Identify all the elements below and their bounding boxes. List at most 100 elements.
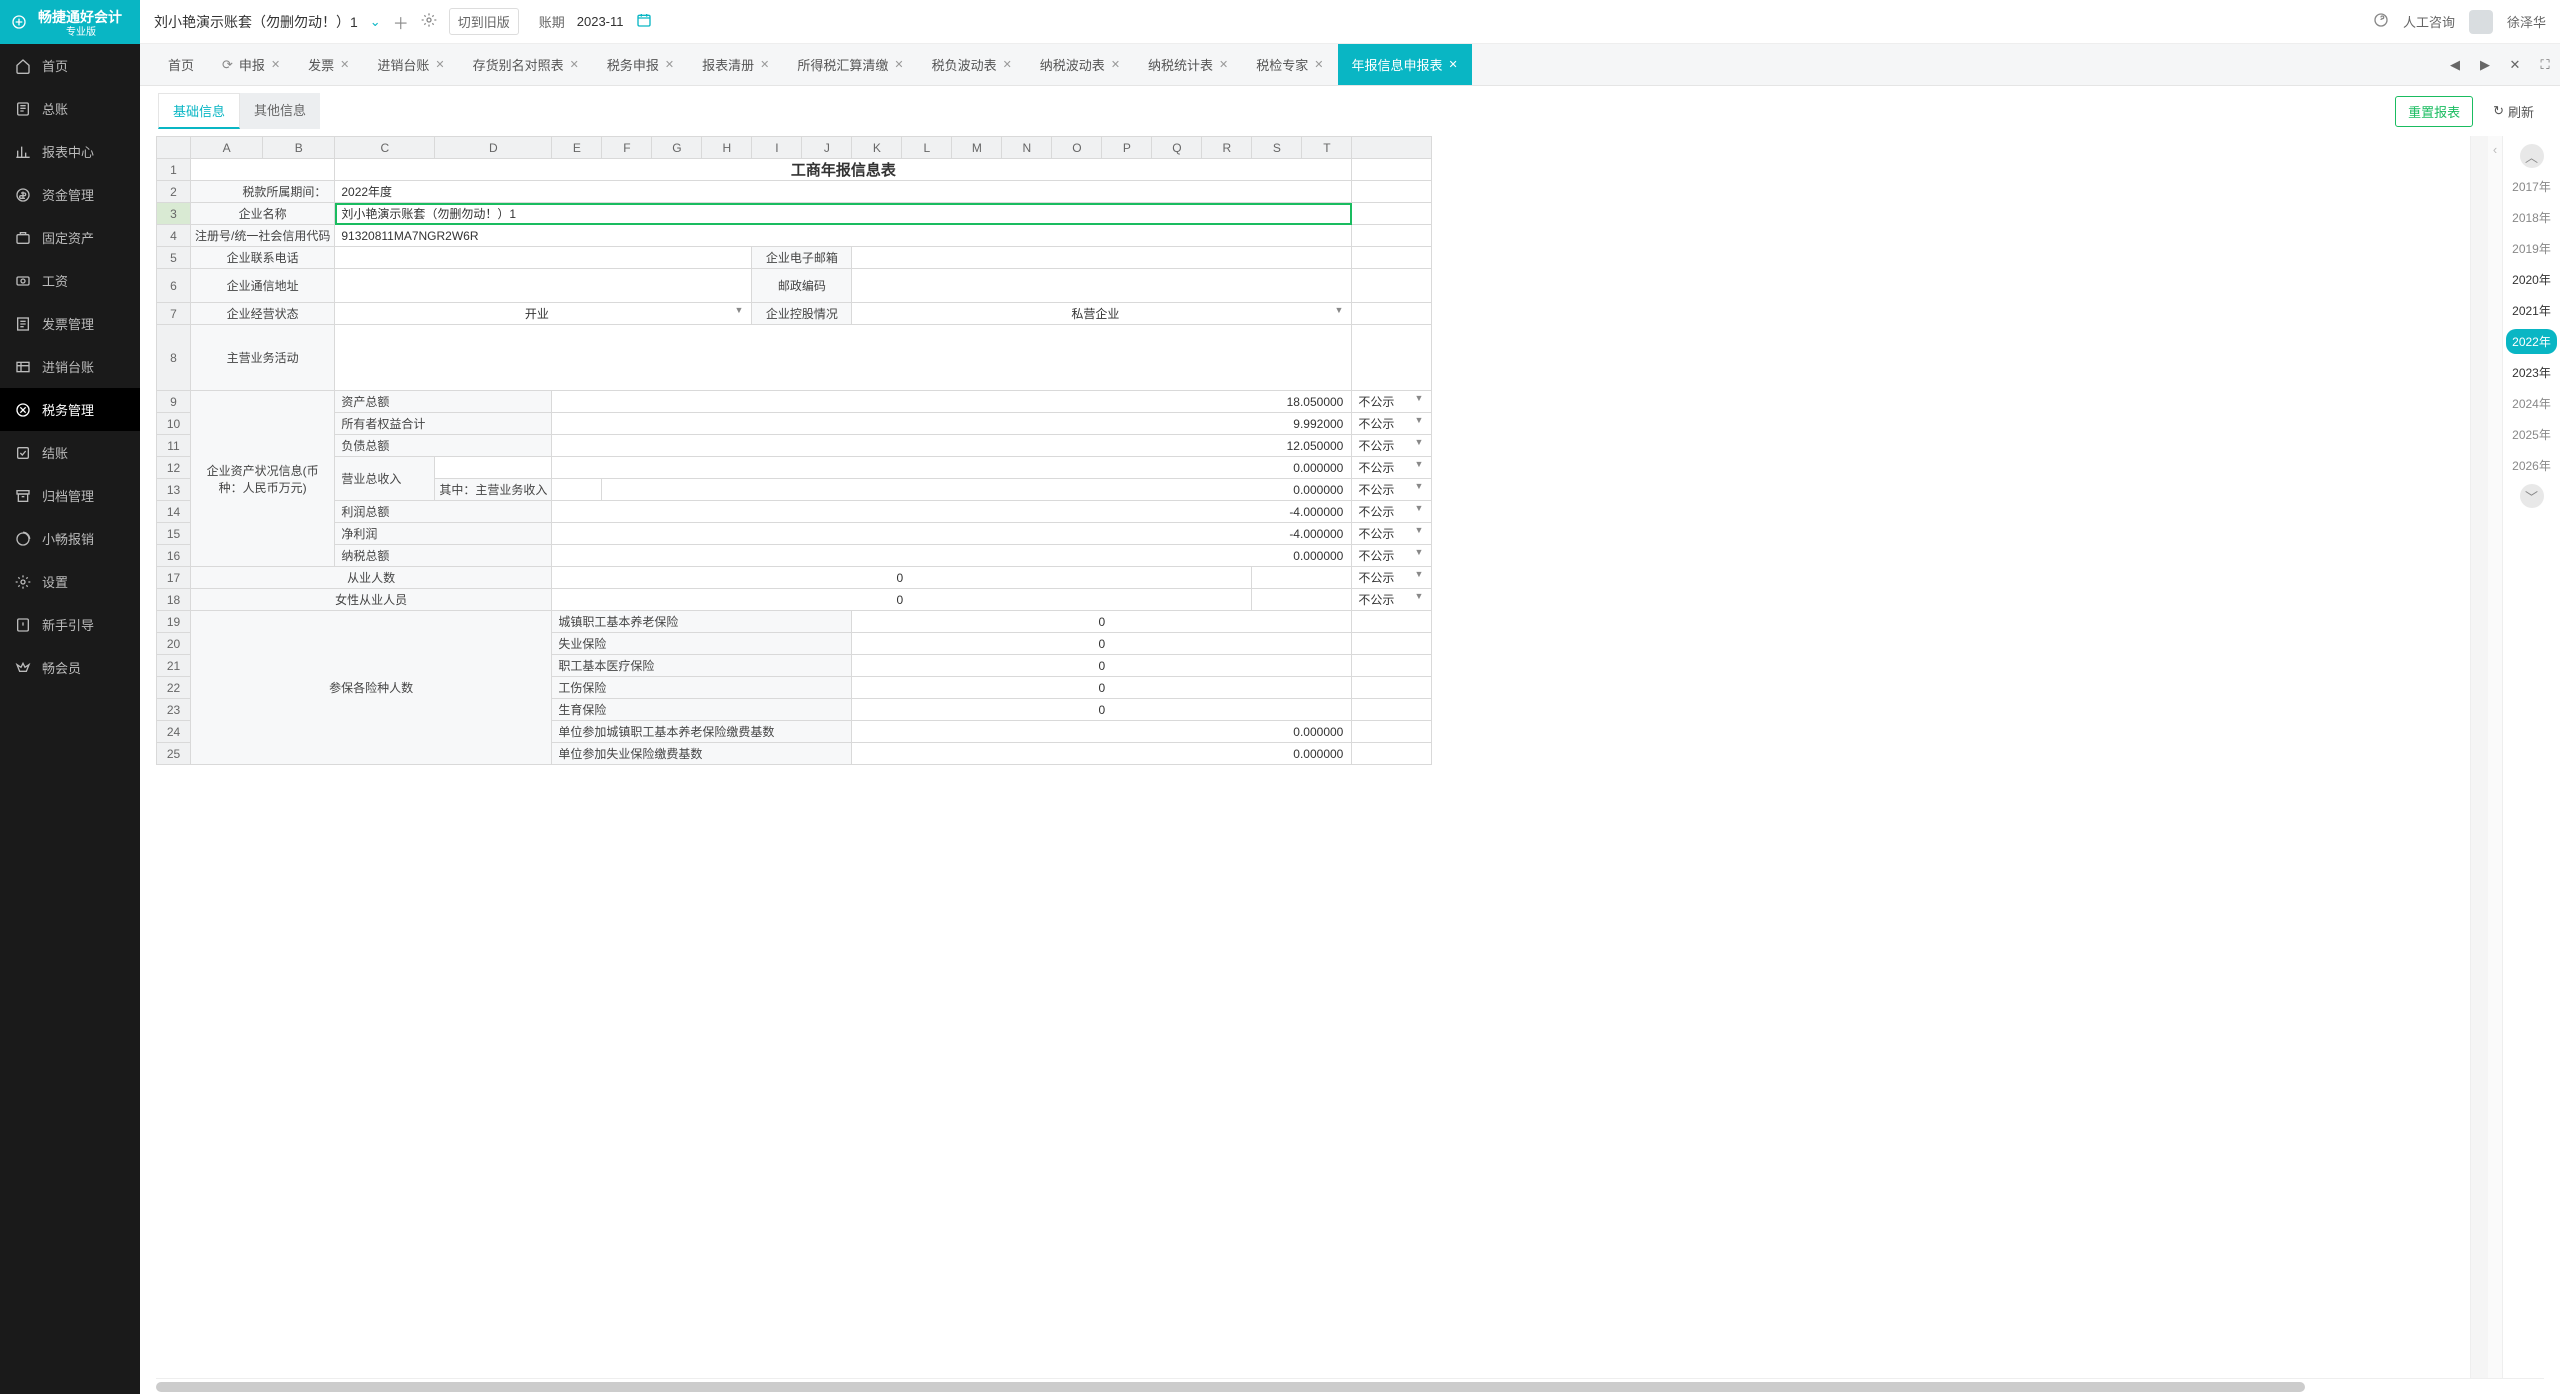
label-reg[interactable]: 注册号/统一社会信用代码: [191, 225, 335, 247]
sidebar-item-11[interactable]: 小畅报销: [0, 517, 140, 560]
row-header-24[interactable]: 24: [157, 721, 191, 743]
gap-17[interactable]: [1252, 567, 1352, 589]
cell-3-pub[interactable]: [1352, 203, 1432, 225]
sheet-title[interactable]: 工商年报信息表: [335, 159, 1352, 181]
cell-2-pub[interactable]: [1352, 181, 1432, 203]
year-2020年[interactable]: 2020年: [2506, 267, 2557, 292]
pub-15[interactable]: 不公示: [1352, 523, 1432, 545]
add-icon[interactable]: ＋: [393, 10, 409, 34]
col-header-H[interactable]: H: [702, 137, 752, 159]
switch-old-button[interactable]: 切到旧版: [449, 8, 519, 35]
cell-1A[interactable]: [191, 159, 335, 181]
collapse-years-icon[interactable]: ‹: [2493, 142, 2497, 157]
cell-5-pub[interactable]: [1352, 247, 1432, 269]
tab-1[interactable]: ⟳申报✕: [208, 44, 294, 85]
year-2017年[interactable]: 2017年: [2506, 174, 2557, 199]
label-mainbiz[interactable]: 主营业务活动: [191, 325, 335, 391]
pub-20[interactable]: [1352, 633, 1432, 655]
close-icon[interactable]: ✕: [894, 58, 903, 71]
pub-22[interactable]: [1352, 677, 1432, 699]
tab-7[interactable]: 所得税汇算清缴✕: [783, 44, 917, 85]
cell-7-pub[interactable]: [1352, 303, 1432, 325]
gear-icon[interactable]: [421, 12, 437, 31]
row-header-18[interactable]: 18: [157, 589, 191, 611]
val-addr[interactable]: [335, 269, 752, 303]
label-9[interactable]: 资产总额: [335, 391, 552, 413]
col-header-D[interactable]: D: [435, 137, 552, 159]
year-2024年[interactable]: 2024年: [2506, 391, 2557, 416]
val-16[interactable]: 0.000000: [552, 545, 1352, 567]
spreadsheet[interactable]: ABCDEFGHIJKLMNOPQRST1工商年报信息表2税款所属期间：2022…: [140, 136, 2470, 1378]
label-11[interactable]: 负债总额: [335, 435, 552, 457]
year-2019年[interactable]: 2019年: [2506, 236, 2557, 261]
row-header-5[interactable]: 5: [157, 247, 191, 269]
pub-23[interactable]: [1352, 699, 1432, 721]
label-20[interactable]: 失业保险: [552, 633, 852, 655]
row-header-4[interactable]: 4: [157, 225, 191, 247]
label-company[interactable]: 企业名称: [191, 203, 335, 225]
subtab-0[interactable]: 基础信息: [158, 93, 240, 129]
sidebar-item-13[interactable]: 新手引导: [0, 603, 140, 646]
year-down-icon[interactable]: ﹀: [2520, 484, 2544, 508]
val-24[interactable]: 0.000000: [852, 721, 1352, 743]
year-2022年[interactable]: 2022年: [2506, 329, 2557, 354]
col-header-L[interactable]: L: [902, 137, 952, 159]
close-icon[interactable]: ✕: [760, 58, 769, 71]
tab-8[interactable]: 税负波动表✕: [918, 44, 1026, 85]
close-icon[interactable]: ✕: [1003, 58, 1012, 71]
pub-9[interactable]: 不公示: [1352, 391, 1432, 413]
row-header-6[interactable]: 6: [157, 269, 191, 303]
cell-12-mid[interactable]: [435, 457, 552, 479]
col-header-C[interactable]: C: [335, 137, 435, 159]
val-23[interactable]: 0: [852, 699, 1352, 721]
pub-16[interactable]: 不公示: [1352, 545, 1432, 567]
col-header-O[interactable]: O: [1052, 137, 1102, 159]
reset-report-button[interactable]: 重置报表: [2395, 96, 2473, 127]
val-11[interactable]: 12.050000: [552, 435, 1352, 457]
account-selector[interactable]: 刘小艳演示账套（勿删勿动！）1: [154, 12, 358, 32]
row-header-16[interactable]: 16: [157, 545, 191, 567]
row-header-25[interactable]: 25: [157, 743, 191, 765]
col-header-M[interactable]: M: [952, 137, 1002, 159]
label-phone[interactable]: 企业联系电话: [191, 247, 335, 269]
label-zip[interactable]: 邮政编码: [752, 269, 852, 303]
tab-2[interactable]: 发票✕: [294, 44, 363, 85]
val-10[interactable]: 9.992000: [552, 413, 1352, 435]
tab-12[interactable]: 年报信息申报表✕: [1338, 44, 1472, 85]
row-header-12[interactable]: 12: [157, 457, 191, 479]
vertical-scrollbar[interactable]: [2470, 136, 2488, 1378]
period-value[interactable]: 2023-11: [577, 14, 624, 29]
val-zip[interactable]: [852, 269, 1352, 303]
val-12[interactable]: 0.000000: [552, 457, 1352, 479]
cell-8-pub[interactable]: [1352, 325, 1432, 391]
val-mainbiz[interactable]: [335, 325, 1352, 391]
label-14[interactable]: 利润总额: [335, 501, 552, 523]
row-header-23[interactable]: 23: [157, 699, 191, 721]
label-addr[interactable]: 企业通信地址: [191, 269, 335, 303]
sidebar-item-12[interactable]: 设置: [0, 560, 140, 603]
label-15[interactable]: 净利润: [335, 523, 552, 545]
row-header-20[interactable]: 20: [157, 633, 191, 655]
refresh-button[interactable]: ↻ 刷新: [2485, 96, 2542, 127]
label-17[interactable]: 从业人数: [191, 567, 552, 589]
sidebar-item-7[interactable]: 进销台账: [0, 345, 140, 388]
tab-6[interactable]: 报表清册✕: [688, 44, 783, 85]
label-12[interactable]: 营业总收入: [335, 457, 435, 501]
cell-6-pub[interactable]: [1352, 269, 1432, 303]
col-header-G[interactable]: G: [652, 137, 702, 159]
label-16[interactable]: 纳税总额: [335, 545, 552, 567]
val-20[interactable]: 0: [852, 633, 1352, 655]
year-2018年[interactable]: 2018年: [2506, 205, 2557, 230]
label-21[interactable]: 职工基本医疗保险: [552, 655, 852, 677]
label-10[interactable]: 所有者权益合计: [335, 413, 552, 435]
pub-14[interactable]: 不公示: [1352, 501, 1432, 523]
pub-11[interactable]: 不公示: [1352, 435, 1432, 457]
row-header-15[interactable]: 15: [157, 523, 191, 545]
pub-10[interactable]: 不公示: [1352, 413, 1432, 435]
tab-close-all-icon[interactable]: ✕: [2500, 57, 2530, 73]
sidebar-item-3[interactable]: 资金管理: [0, 173, 140, 216]
tab-3[interactable]: 进销台账✕: [363, 44, 458, 85]
close-icon[interactable]: ✕: [1219, 58, 1228, 71]
username[interactable]: 徐泽华: [2507, 12, 2546, 31]
sidebar-item-9[interactable]: 结账: [0, 431, 140, 474]
